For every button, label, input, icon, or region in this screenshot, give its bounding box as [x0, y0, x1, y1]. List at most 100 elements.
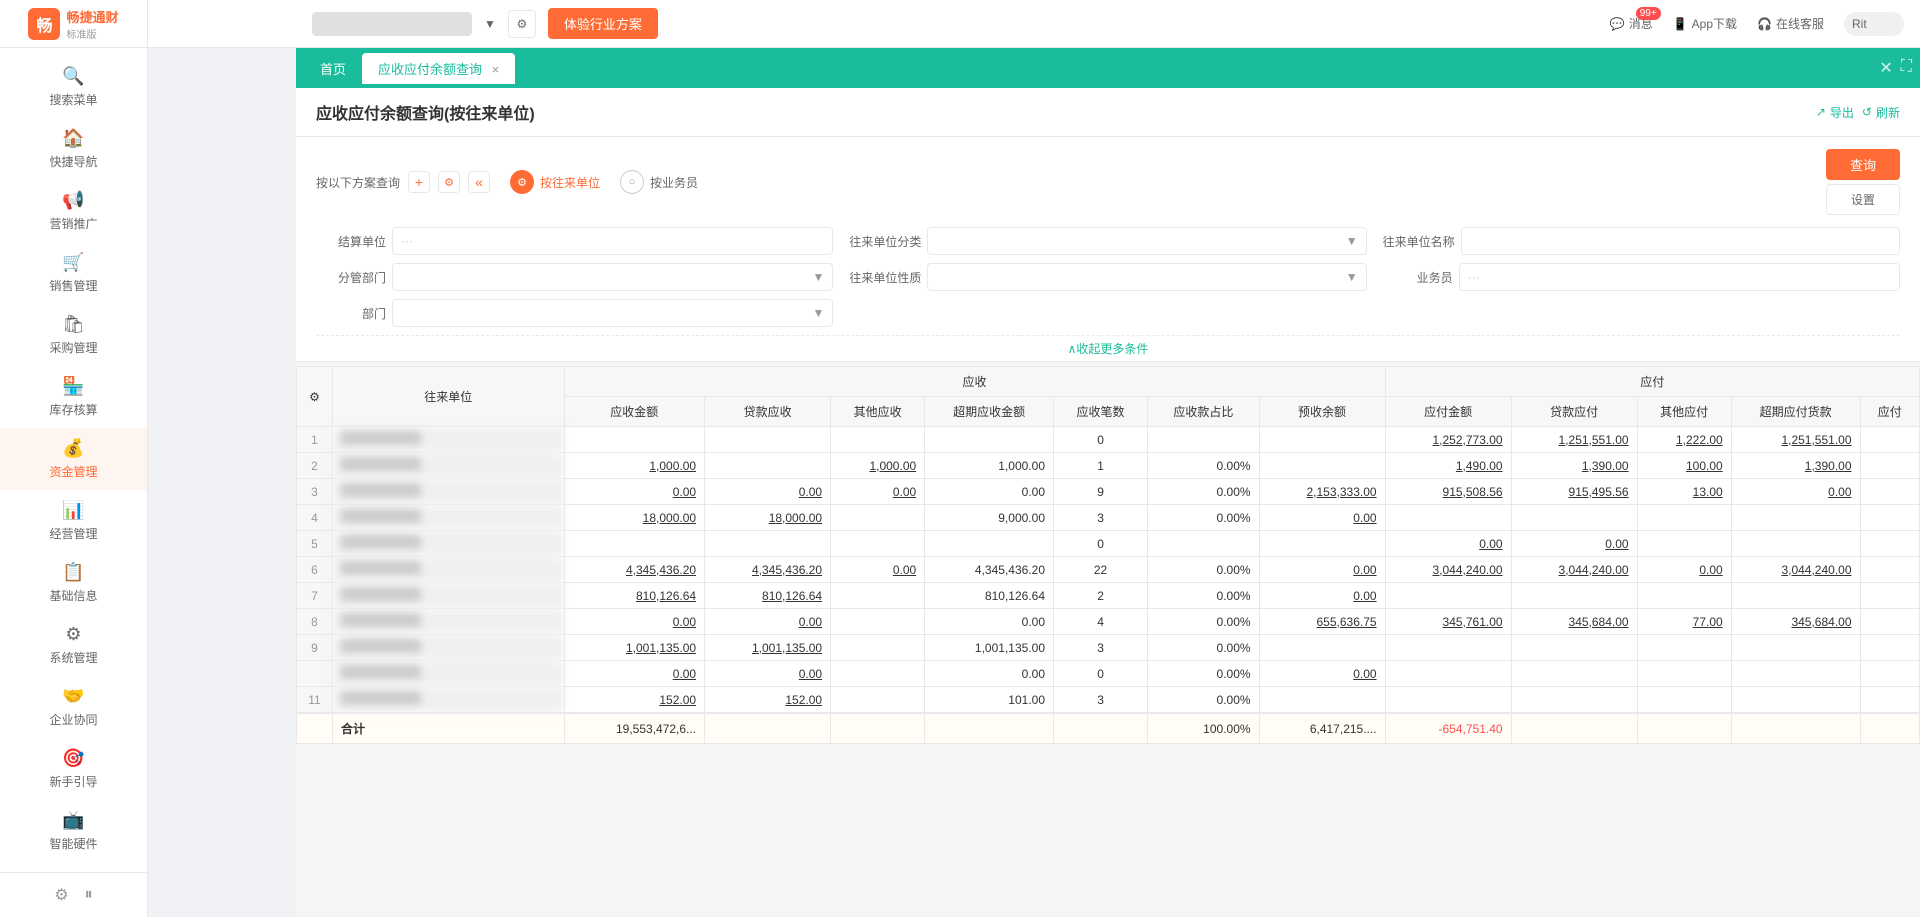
cell-ap-amount[interactable]: 345,761.00 — [1385, 609, 1511, 635]
cell-ar-loan[interactable]: 18,000.00 — [705, 505, 831, 531]
cell-ar-loan[interactable]: 152.00 — [705, 687, 831, 714]
sidebar-item-basic[interactable]: 📋 基础信息 — [0, 552, 147, 614]
cell-ar-other[interactable] — [831, 505, 925, 531]
cell-ar-loan[interactable]: 0.00 — [705, 479, 831, 505]
sidebar-item-finance[interactable]: 💰 资金管理 — [0, 428, 147, 490]
cell-ap-amount[interactable]: 0.00 — [1385, 531, 1511, 557]
table-wrapper[interactable]: ⚙ 往来单位 应收 应付 应收金额 贷款应收 其他应收 超期应收金额 — [296, 366, 1920, 744]
cell-ap-other[interactable]: 100.00 — [1637, 453, 1731, 479]
sidebar-collapse-icon[interactable]: ⏸ — [85, 886, 93, 904]
cell-ar-prepay[interactable]: 0.00 — [1259, 583, 1385, 609]
cell-ar-amount[interactable]: 0.00 — [564, 479, 705, 505]
cell-ap-other[interactable] — [1637, 635, 1731, 661]
cell-ap-loan[interactable] — [1511, 635, 1637, 661]
cell-ap-overdue[interactable] — [1731, 687, 1860, 714]
export-button[interactable]: ↗ 导出 — [1816, 104, 1854, 121]
cell-ar-amount[interactable]: 0.00 — [564, 661, 705, 687]
cell-ar-prepay[interactable]: 2,153,333.00 — [1259, 479, 1385, 505]
cell-ap-loan[interactable] — [1511, 687, 1637, 714]
refresh-button[interactable]: ↺ 刷新 — [1862, 104, 1900, 121]
cell-ap-overdue[interactable] — [1731, 583, 1860, 609]
cell-ar-loan[interactable] — [705, 427, 831, 453]
cell-ar-loan[interactable] — [705, 453, 831, 479]
sidebar-item-sales[interactable]: 🛒 销售管理 — [0, 242, 147, 304]
sidebar-item-operations[interactable]: 📊 经营管理 — [0, 490, 147, 552]
filter-add-button[interactable]: + — [408, 171, 430, 193]
cell-ar-loan[interactable]: 1,001,135.00 — [705, 635, 831, 661]
cell-ap-overdue[interactable] — [1731, 531, 1860, 557]
tab-close-button[interactable]: × — [492, 62, 500, 77]
cell-ar-prepay[interactable] — [1259, 427, 1385, 453]
tab-maximize-button[interactable]: ⛶ — [1901, 58, 1912, 78]
cell-ar-prepay[interactable] — [1259, 635, 1385, 661]
cell-ap-amount[interactable] — [1385, 687, 1511, 714]
cell-ar-prepay[interactable] — [1259, 531, 1385, 557]
cell-ap-loan[interactable] — [1511, 661, 1637, 687]
cell-ap-loan[interactable]: 1,251,551.00 — [1511, 427, 1637, 453]
filter-dept-manager-control[interactable]: ▼ — [392, 263, 833, 291]
cell-ar-prepay[interactable]: 0.00 — [1259, 557, 1385, 583]
sidebar-item-guide[interactable]: 🎯 新手引导 — [0, 738, 147, 800]
breadcrumb-dropdown[interactable]: ▼ — [484, 17, 496, 31]
filter-collapse-button[interactable]: « — [468, 171, 490, 193]
cell-ar-amount[interactable] — [564, 427, 705, 453]
cell-ar-amount[interactable]: 810,126.64 — [564, 583, 705, 609]
cell-ap-loan[interactable]: 915,495.56 — [1511, 479, 1637, 505]
cell-ar-amount[interactable]: 152.00 — [564, 687, 705, 714]
cell-ar-amount[interactable]: 0.00 — [564, 609, 705, 635]
cell-ar-other[interactable] — [831, 661, 925, 687]
filter-settlement-control[interactable]: ··· — [392, 227, 833, 255]
query-button[interactable]: 查询 — [1826, 149, 1900, 180]
cell-ar-loan[interactable]: 4,345,436.20 — [705, 557, 831, 583]
sidebar-item-system[interactable]: ⚙ 系统管理 — [0, 614, 147, 676]
cell-ap-other[interactable] — [1637, 661, 1731, 687]
sidebar-item-purchase[interactable]: 🛍 采购管理 — [0, 304, 147, 366]
cell-ap-amount[interactable]: 1,252,773.00 — [1385, 427, 1511, 453]
cell-ar-loan[interactable]: 0.00 — [705, 609, 831, 635]
cell-ap-loan[interactable] — [1511, 505, 1637, 531]
cell-ap-overdue[interactable]: 345,684.00 — [1731, 609, 1860, 635]
settings-button[interactable]: 设置 — [1826, 184, 1900, 215]
cell-ap-overdue[interactable]: 3,044,240.00 — [1731, 557, 1860, 583]
cell-ar-other[interactable] — [831, 635, 925, 661]
cell-ar-loan[interactable]: 810,126.64 — [705, 583, 831, 609]
cell-ap-other[interactable]: 13.00 — [1637, 479, 1731, 505]
cell-ar-prepay[interactable]: 0.00 — [1259, 505, 1385, 531]
user-avatar[interactable]: Rit — [1844, 12, 1904, 36]
cell-ar-other[interactable] — [831, 583, 925, 609]
cell-ar-prepay[interactable] — [1259, 687, 1385, 714]
cell-ar-prepay[interactable] — [1259, 453, 1385, 479]
col-settings-header[interactable]: ⚙ — [297, 367, 333, 427]
cell-ar-other[interactable] — [831, 687, 925, 714]
sidebar-item-inventory[interactable]: 🏪 库存核算 — [0, 366, 147, 428]
sidebar-item-hardware[interactable]: 📺 智能硬件 — [0, 800, 147, 862]
cell-ap-overdue[interactable]: 0.00 — [1731, 479, 1860, 505]
cell-ap-overdue[interactable]: 1,390.00 — [1731, 453, 1860, 479]
tab-home[interactable]: 首页 — [304, 53, 362, 84]
messages-button[interactable]: 💬 消息 99+ — [1610, 15, 1653, 32]
cell-ap-amount[interactable] — [1385, 635, 1511, 661]
filter-partner-name-control[interactable] — [1461, 227, 1900, 255]
cell-ap-amount[interactable] — [1385, 505, 1511, 531]
filter-department-control[interactable]: ▼ — [392, 299, 833, 327]
cell-ap-other[interactable] — [1637, 583, 1731, 609]
cell-ap-loan[interactable]: 345,684.00 — [1511, 609, 1637, 635]
cell-ap-amount[interactable]: 915,508.56 — [1385, 479, 1511, 505]
filter-partner-nature-control[interactable]: ▼ — [927, 263, 1366, 291]
cell-ap-loan[interactable] — [1511, 583, 1637, 609]
cell-ar-loan[interactable] — [705, 531, 831, 557]
topbar-settings-button[interactable]: ⚙ — [508, 10, 536, 38]
sidebar-item-marketing[interactable]: 📢 营销推广 — [0, 180, 147, 242]
cell-ar-prepay[interactable]: 0.00 — [1259, 661, 1385, 687]
cell-ap-loan[interactable]: 0.00 — [1511, 531, 1637, 557]
cell-ar-amount[interactable] — [564, 531, 705, 557]
cell-ap-amount[interactable]: 1,490.00 — [1385, 453, 1511, 479]
cell-ar-amount[interactable]: 18,000.00 — [564, 505, 705, 531]
cell-ar-loan[interactable]: 0.00 — [705, 661, 831, 687]
query-type-partner-label[interactable]: 按往来单位 — [540, 174, 600, 191]
cell-ap-amount[interactable]: 3,044,240.00 — [1385, 557, 1511, 583]
filter-salesperson-control[interactable]: ··· — [1459, 263, 1900, 291]
cell-ar-amount[interactable]: 1,001,135.00 — [564, 635, 705, 661]
sidebar-item-quicknav[interactable]: 🏠 快捷导航 — [0, 118, 147, 180]
cell-ap-overdue[interactable]: 1,251,551.00 — [1731, 427, 1860, 453]
